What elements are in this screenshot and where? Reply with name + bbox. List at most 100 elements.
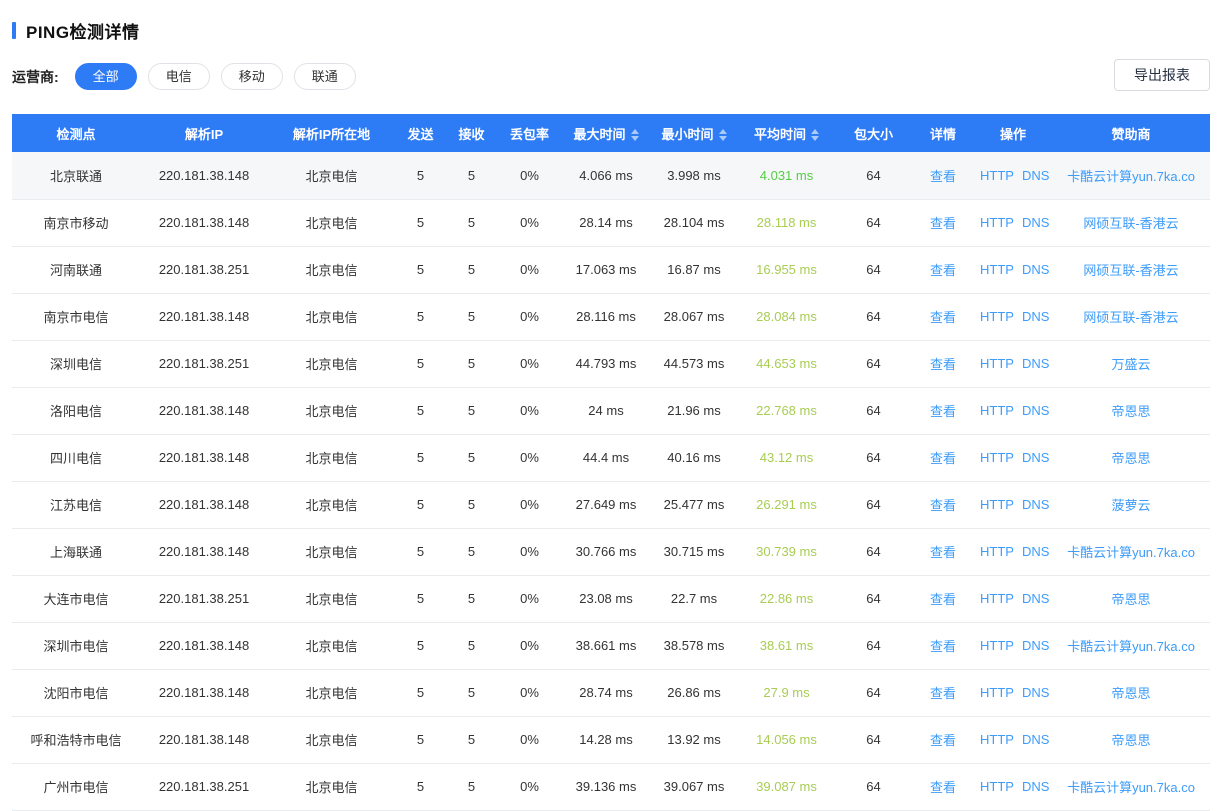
view-detail-link[interactable]: 查看 bbox=[930, 310, 956, 325]
view-detail-link[interactable]: 查看 bbox=[930, 404, 956, 419]
view-detail-link[interactable]: 查看 bbox=[930, 733, 956, 748]
http-test-link[interactable]: HTTP bbox=[980, 497, 1014, 512]
dns-test-link[interactable]: DNS bbox=[1022, 544, 1049, 559]
dns-test-link[interactable]: DNS bbox=[1022, 262, 1049, 277]
cell-sponsor: 卡酷云计算yun.7ka.co bbox=[1052, 528, 1210, 576]
cell-loss-rate: 0% bbox=[497, 575, 562, 623]
http-test-link[interactable]: HTTP bbox=[980, 215, 1014, 230]
view-detail-link[interactable]: 查看 bbox=[930, 357, 956, 372]
column-header-8[interactable]: 平均时间 bbox=[738, 114, 835, 152]
cell-sent: 5 bbox=[395, 246, 446, 294]
sponsor-link[interactable]: 网硕互联-香港云 bbox=[1083, 263, 1178, 278]
cell-sent: 5 bbox=[395, 716, 446, 764]
dns-test-link[interactable]: DNS bbox=[1022, 356, 1049, 371]
sponsor-link[interactable]: 网硕互联-香港云 bbox=[1083, 310, 1178, 325]
cell-actions: HTTP DNS bbox=[974, 199, 1052, 247]
avg-time-value: 26.291 ms bbox=[756, 497, 817, 512]
view-detail-link[interactable]: 查看 bbox=[930, 639, 956, 654]
cell-received: 5 bbox=[446, 293, 497, 341]
sponsor-link[interactable]: 帝恩思 bbox=[1111, 592, 1150, 607]
cell-loss-rate: 0% bbox=[497, 293, 562, 341]
cell-packet-size: 64 bbox=[835, 293, 912, 341]
column-header-2: 解析IP所在地 bbox=[268, 114, 395, 152]
view-detail-link[interactable]: 查看 bbox=[930, 216, 956, 231]
cell-detail: 查看 bbox=[912, 293, 974, 341]
cell-detail: 查看 bbox=[912, 434, 974, 482]
cell-loss-rate: 0% bbox=[497, 622, 562, 670]
column-header-10: 详情 bbox=[912, 114, 974, 152]
carrier-filter-pill-1[interactable]: 电信 bbox=[147, 63, 210, 90]
dns-test-link[interactable]: DNS bbox=[1022, 403, 1049, 418]
sponsor-link[interactable]: 帝恩思 bbox=[1111, 451, 1150, 466]
sponsor-link[interactable]: 帝恩思 bbox=[1111, 733, 1150, 748]
sponsor-link[interactable]: 菠萝云 bbox=[1111, 498, 1150, 513]
cell-sent: 5 bbox=[395, 387, 446, 435]
http-test-link[interactable]: HTTP bbox=[980, 779, 1014, 794]
dns-test-link[interactable]: DNS bbox=[1022, 685, 1049, 700]
dns-test-link[interactable]: DNS bbox=[1022, 497, 1049, 512]
view-detail-link[interactable]: 查看 bbox=[930, 498, 956, 513]
table-row: 广州市电信 220.181.38.251 北京电信 5 5 0% 39.136 … bbox=[12, 763, 1210, 811]
sponsor-link[interactable]: 网硕互联-香港云 bbox=[1083, 216, 1178, 231]
carrier-filter-pill-2[interactable]: 移动 bbox=[220, 63, 283, 90]
sponsor-link[interactable]: 卡酷云计算yun.7ka.co bbox=[1067, 545, 1195, 560]
cell-sponsor: 万盛云 bbox=[1052, 340, 1210, 388]
cell-sent: 5 bbox=[395, 152, 446, 200]
cell-actions: HTTP DNS bbox=[974, 387, 1052, 435]
avg-time-value: 38.61 ms bbox=[759, 638, 814, 653]
sponsor-link[interactable]: 帝恩思 bbox=[1111, 686, 1150, 701]
http-test-link[interactable]: HTTP bbox=[980, 732, 1014, 747]
view-detail-link[interactable]: 查看 bbox=[930, 780, 956, 795]
cell-loss-rate: 0% bbox=[497, 199, 562, 247]
sponsor-link[interactable]: 卡酷云计算yun.7ka.co bbox=[1067, 780, 1195, 795]
http-test-link[interactable]: HTTP bbox=[980, 262, 1014, 277]
sponsor-link[interactable]: 卡酷云计算yun.7ka.co bbox=[1067, 169, 1195, 184]
cell-loss-rate: 0% bbox=[497, 481, 562, 529]
table-row: 四川电信 220.181.38.148 北京电信 5 5 0% 44.4 ms … bbox=[12, 434, 1210, 482]
column-header-7[interactable]: 最小时间 bbox=[650, 114, 738, 152]
dns-test-link[interactable]: DNS bbox=[1022, 168, 1049, 183]
http-test-link[interactable]: HTTP bbox=[980, 544, 1014, 559]
view-detail-link[interactable]: 查看 bbox=[930, 169, 956, 184]
cell-node: 深圳市电信 bbox=[12, 622, 140, 670]
view-detail-link[interactable]: 查看 bbox=[930, 263, 956, 278]
avg-time-value: 27.9 ms bbox=[763, 685, 810, 700]
cell-max-time: 39.136 ms bbox=[562, 763, 650, 811]
dns-test-link[interactable]: DNS bbox=[1022, 215, 1049, 230]
cell-sponsor: 帝恩思 bbox=[1052, 716, 1210, 764]
sponsor-link[interactable]: 万盛云 bbox=[1111, 357, 1150, 372]
http-test-link[interactable]: HTTP bbox=[980, 309, 1014, 324]
carrier-filter-pill-3[interactable]: 联通 bbox=[293, 63, 356, 90]
cell-actions: HTTP DNS bbox=[974, 340, 1052, 388]
view-detail-link[interactable]: 查看 bbox=[930, 545, 956, 560]
cell-resolved-ip: 220.181.38.148 bbox=[140, 293, 268, 341]
cell-packet-size: 64 bbox=[835, 716, 912, 764]
http-test-link[interactable]: HTTP bbox=[980, 638, 1014, 653]
http-test-link[interactable]: HTTP bbox=[980, 450, 1014, 465]
cell-packet-size: 64 bbox=[835, 763, 912, 811]
dns-test-link[interactable]: DNS bbox=[1022, 732, 1049, 747]
cell-max-time: 24 ms bbox=[562, 387, 650, 435]
sponsor-link[interactable]: 帝恩思 bbox=[1111, 404, 1150, 419]
cell-node: 上海联通 bbox=[12, 528, 140, 576]
http-test-link[interactable]: HTTP bbox=[980, 591, 1014, 606]
dns-test-link[interactable]: DNS bbox=[1022, 638, 1049, 653]
view-detail-link[interactable]: 查看 bbox=[930, 686, 956, 701]
export-report-button[interactable]: 导出报表 bbox=[1114, 59, 1210, 91]
column-header-6[interactable]: 最大时间 bbox=[562, 114, 650, 152]
http-test-link[interactable]: HTTP bbox=[980, 403, 1014, 418]
dns-test-link[interactable]: DNS bbox=[1022, 779, 1049, 794]
cell-sponsor: 卡酷云计算yun.7ka.co bbox=[1052, 152, 1210, 200]
cell-received: 5 bbox=[446, 246, 497, 294]
dns-test-link[interactable]: DNS bbox=[1022, 309, 1049, 324]
http-test-link[interactable]: HTTP bbox=[980, 685, 1014, 700]
carrier-filter-pill-0[interactable]: 全部 bbox=[74, 63, 137, 90]
view-detail-link[interactable]: 查看 bbox=[930, 451, 956, 466]
dns-test-link[interactable]: DNS bbox=[1022, 591, 1049, 606]
http-test-link[interactable]: HTTP bbox=[980, 356, 1014, 371]
view-detail-link[interactable]: 查看 bbox=[930, 592, 956, 607]
sponsor-link[interactable]: 卡酷云计算yun.7ka.co bbox=[1067, 639, 1195, 654]
http-test-link[interactable]: HTTP bbox=[980, 168, 1014, 183]
cell-ip-location: 北京电信 bbox=[268, 763, 395, 811]
dns-test-link[interactable]: DNS bbox=[1022, 450, 1049, 465]
